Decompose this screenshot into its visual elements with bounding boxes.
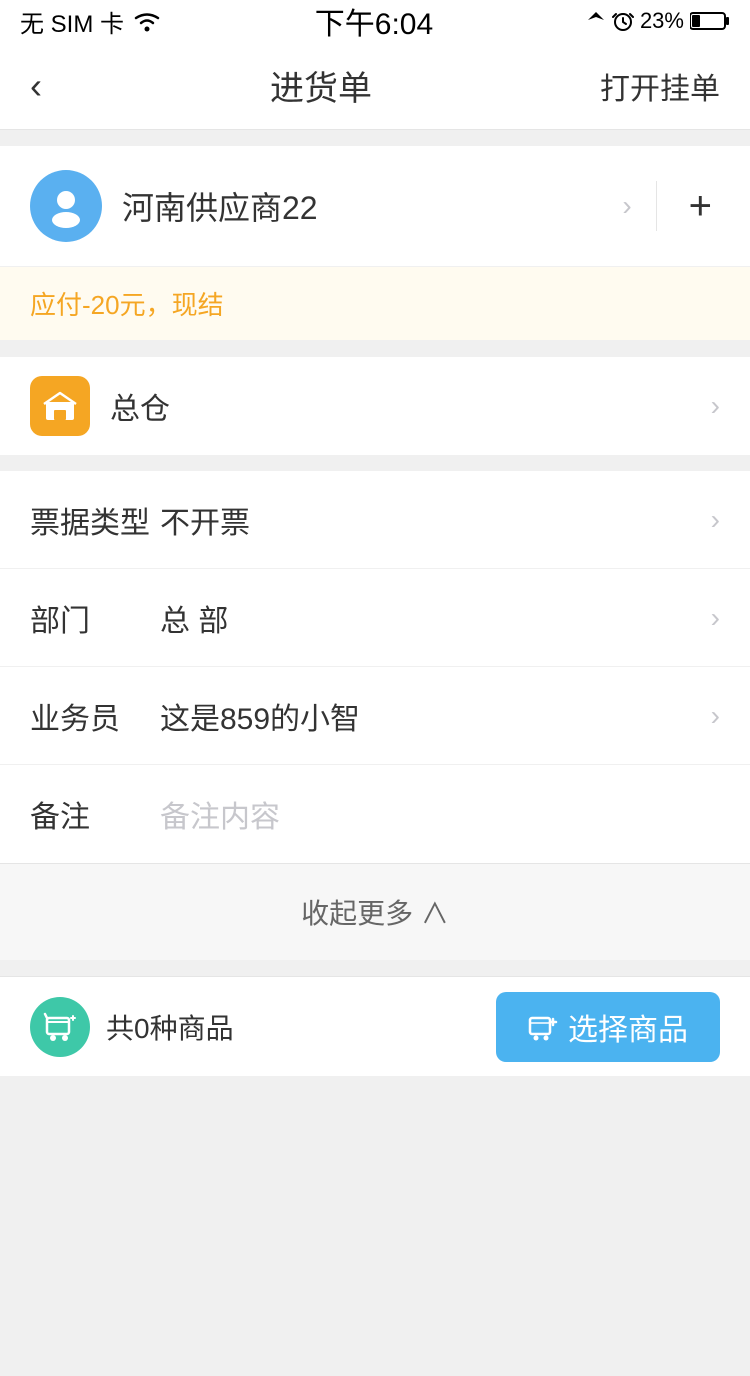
- section-gap-4: [0, 960, 750, 976]
- open-pending-button[interactable]: 打开挂单: [600, 64, 720, 108]
- collapse-label: 收起更多 ∧: [301, 898, 449, 929]
- section-gap-1: [0, 130, 750, 146]
- notice-banner: 应付-20元，现结: [0, 267, 750, 341]
- wifi-icon: [132, 10, 162, 32]
- supplier-chevron-icon: ›: [622, 190, 631, 222]
- invoice-type-value: 不开票: [160, 498, 711, 542]
- supplier-avatar: [30, 170, 102, 242]
- collapse-button[interactable]: 收起更多 ∧: [0, 863, 750, 960]
- remark-row[interactable]: 备注 备注内容: [0, 765, 750, 863]
- battery-pct: 23%: [640, 8, 684, 34]
- select-product-icon: [528, 1012, 558, 1042]
- invoice-type-label: 票据类型: [30, 498, 160, 542]
- page-background: [0, 1076, 750, 1376]
- warehouse-value: 总仓: [110, 384, 711, 428]
- nav-bar: ‹ 进货单 打开挂单: [0, 42, 750, 130]
- salesman-value: 这是859的小智: [160, 694, 711, 738]
- status-right: 23%: [586, 8, 730, 34]
- remark-placeholder: 备注内容: [160, 792, 720, 836]
- warehouse-icon-wrapper: [30, 376, 90, 436]
- person-icon: [44, 184, 88, 228]
- add-supplier-button[interactable]: +: [681, 184, 720, 229]
- warehouse-row[interactable]: 总仓 ›: [0, 357, 750, 455]
- location-icon: [586, 10, 606, 32]
- supplier-row[interactable]: 河南供应商22 › +: [0, 146, 750, 267]
- back-button[interactable]: ‹: [30, 65, 42, 107]
- battery-icon: [690, 11, 730, 31]
- section-gap-3: [0, 455, 750, 471]
- department-row[interactable]: 部门 总 部 ›: [0, 569, 750, 667]
- cart-icon: [43, 1010, 77, 1044]
- select-product-button[interactable]: 选择商品: [496, 992, 720, 1062]
- salesman-chevron-icon: ›: [711, 700, 720, 732]
- department-value: 总 部: [160, 596, 711, 640]
- select-product-label: 选择商品: [568, 1005, 688, 1049]
- page-title: 进货单: [270, 61, 372, 110]
- product-count-text: 共0种商品: [106, 1007, 496, 1047]
- department-label: 部门: [30, 596, 160, 640]
- salesman-label: 业务员: [30, 694, 160, 738]
- status-left: 无 SIM 卡: [20, 4, 162, 39]
- supplier-name: 河南供应商22: [122, 183, 622, 229]
- status-bar: 无 SIM 卡 下午6:04 23%: [0, 0, 750, 42]
- department-chevron-icon: ›: [711, 602, 720, 634]
- warehouse-chevron-icon: ›: [711, 390, 720, 422]
- salesman-row[interactable]: 业务员 这是859的小智 ›: [0, 667, 750, 765]
- form-fields-card: 票据类型 不开票 › 部门 总 部 › 业务员 这是859的小智 › 备注 备注…: [0, 471, 750, 863]
- supplier-divider: [656, 181, 657, 231]
- bottom-bar: 共0种商品 选择商品: [0, 976, 750, 1076]
- notice-text: 应付-20元，现结: [30, 290, 224, 320]
- alarm-icon: [612, 10, 634, 32]
- product-count-icon-wrapper: [30, 997, 90, 1057]
- invoice-type-chevron-icon: ›: [711, 504, 720, 536]
- section-gap-2: [0, 341, 750, 357]
- remark-label: 备注: [30, 792, 160, 836]
- invoice-type-row[interactable]: 票据类型 不开票 ›: [0, 471, 750, 569]
- warehouse-icon: [42, 388, 78, 424]
- status-time: 下午6:04: [315, 0, 433, 43]
- no-sim-label: 无 SIM 卡: [20, 4, 124, 39]
